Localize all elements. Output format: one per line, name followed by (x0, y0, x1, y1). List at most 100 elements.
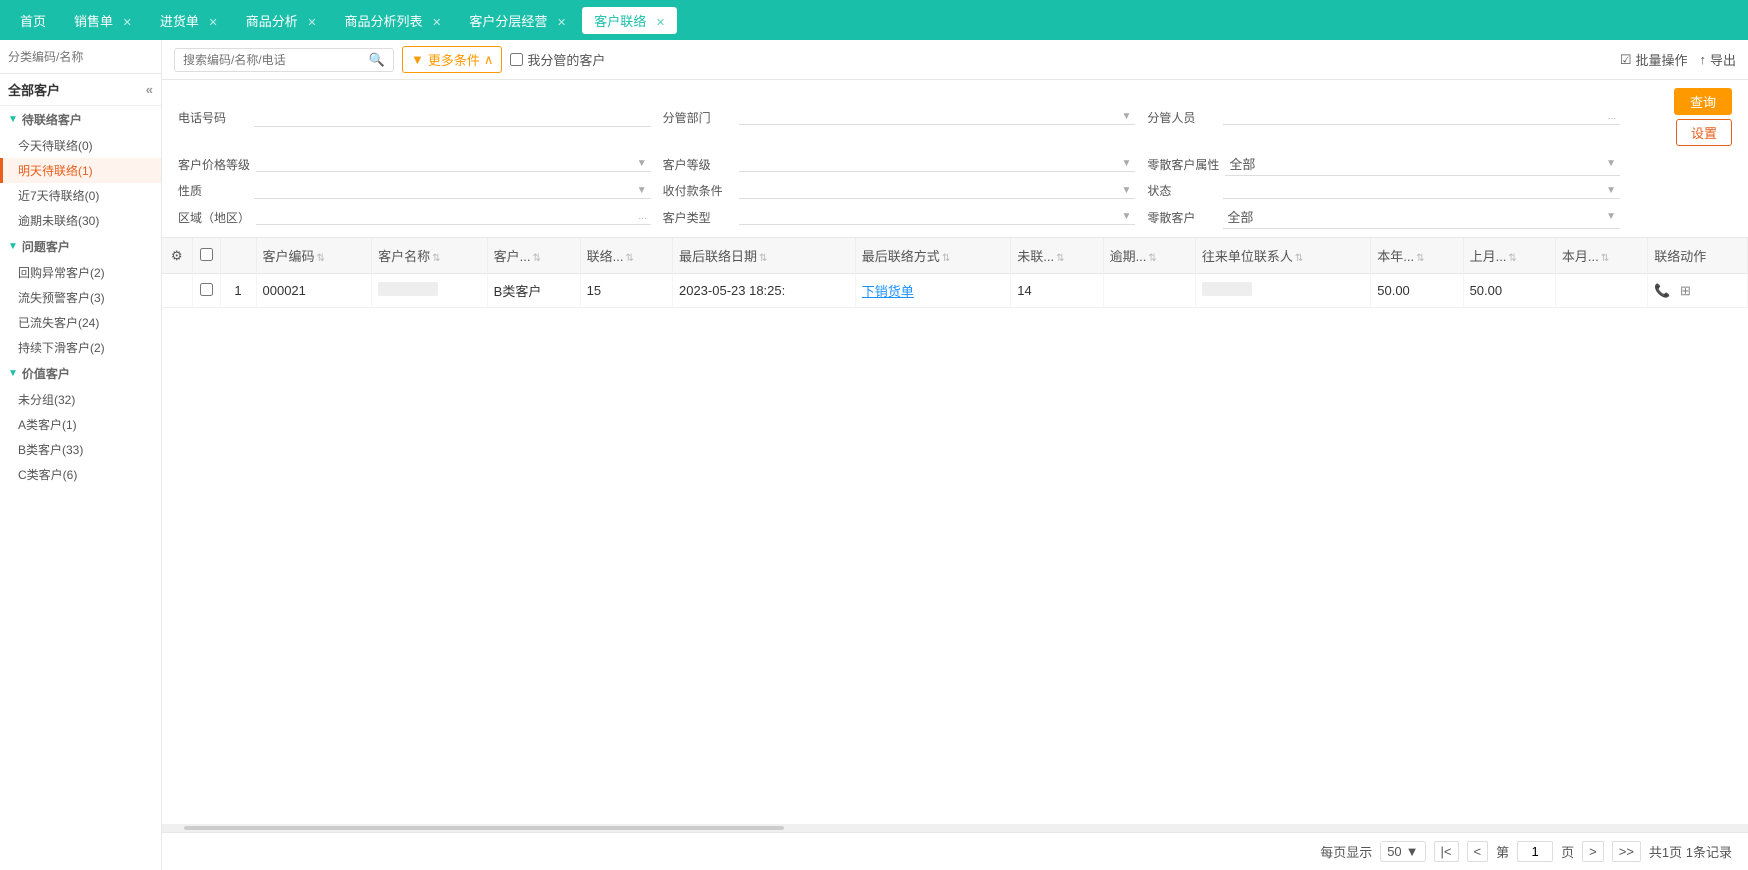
nav-product-analysis[interactable]: 商品分析 ✕ (234, 7, 329, 34)
sidebar-item-abnormal-repurchase[interactable]: 回购异常客户(2) (0, 260, 161, 285)
col-last-month-label: 上月... (1470, 249, 1507, 264)
filter-phone: 电话号码 (178, 108, 651, 127)
sidebar-search-input[interactable] (8, 50, 162, 64)
filter-payment-select[interactable]: ▼ (739, 183, 1136, 199)
select-all-checkbox[interactable] (200, 248, 213, 261)
col-last-method[interactable]: 最后联络方式⇅ (855, 238, 1010, 274)
batch-operation-btn[interactable]: ☑ 批量操作 (1620, 50, 1688, 69)
row-name (372, 274, 488, 308)
more-filter-btn[interactable]: ▼ 更多条件 ∧ (402, 46, 502, 73)
toolbar: 🔍 ▼ 更多条件 ∧ 我分管的客户 ☑ 批量操作 ↑ 导出 (162, 40, 1748, 80)
col-this-month-sort: ⇅ (1601, 253, 1609, 264)
sidebar-item-lost[interactable]: 已流失客户(24) (0, 310, 161, 335)
all-customers-label: 全部客户 (8, 80, 60, 99)
page-number-input[interactable] (1517, 841, 1553, 862)
filter-price-grade-select[interactable]: ▼ (256, 156, 651, 172)
page-size-select[interactable]: 50 ▼ (1380, 841, 1425, 862)
row-last-method-link[interactable]: 下销货单 (862, 284, 914, 299)
col-this-month[interactable]: 本月...⇅ (1555, 238, 1647, 274)
filter-row-1: 电话号码 分管部门 ▼ 分管人员 ... (178, 88, 1732, 146)
nav-sales[interactable]: 销售单 ✕ (62, 7, 144, 34)
col-last-date[interactable]: 最后联络日期⇅ (672, 238, 855, 274)
col-not-contacted[interactable]: 未联...⇅ (1011, 238, 1103, 274)
filter-customer-type-label: 客户类型 (663, 209, 733, 226)
search-submit-icon[interactable]: 🔍 (369, 52, 385, 68)
sidebar-item-today-pending[interactable]: 今天待联络(0) (0, 133, 161, 158)
col-check[interactable] (192, 238, 220, 274)
sidebar-item-tomorrow-pending[interactable]: 明天待联络(1) (0, 158, 161, 183)
sidebar-item-ungrouped[interactable]: 未分组(32) (0, 387, 161, 412)
filter-retail-attr-arrow: ▼ (1606, 158, 1616, 169)
filter-retail-attr-select[interactable]: 全部 ▼ (1225, 152, 1620, 176)
query-btn[interactable]: 查询 (1674, 88, 1732, 115)
table-scroll-thumb[interactable] (184, 826, 784, 830)
close-customer-layered-icon[interactable]: ✕ (557, 17, 566, 29)
search-input[interactable] (183, 53, 369, 67)
filter-customer-type-select[interactable]: ▼ (739, 209, 1136, 225)
my-customers-check-label[interactable]: 我分管的客户 (510, 50, 605, 69)
filter-region-select[interactable]: ... (256, 209, 651, 225)
close-product-analysis-icon[interactable]: ✕ (307, 17, 316, 29)
filter-phone-input[interactable] (254, 108, 651, 127)
nav-home[interactable]: 首页 (8, 7, 58, 34)
filter-retail-customer-select[interactable]: 全部 ▼ (1223, 205, 1620, 229)
sidebar-item-7days-pending[interactable]: 近7天待联络(0) (0, 183, 161, 208)
filter-payment-arrow: ▼ (1121, 185, 1131, 196)
filter-status-select[interactable]: ▼ (1223, 183, 1620, 199)
close-product-list-icon[interactable]: ✕ (432, 17, 441, 29)
col-this-year[interactable]: 本年...⇅ (1371, 238, 1463, 274)
filter-nature-label: 性质 (178, 182, 248, 199)
filter-region-label: 区域（地区） (178, 209, 250, 226)
row-not-contacted: 14 (1011, 274, 1103, 308)
first-page-btn[interactable]: |< (1434, 841, 1459, 862)
row-check[interactable] (192, 274, 220, 308)
my-customers-checkbox[interactable] (510, 53, 523, 66)
table-scroll-bar[interactable] (162, 824, 1748, 832)
row-num: 1 (220, 274, 256, 308)
col-overdue[interactable]: 逾期...⇅ (1103, 238, 1195, 274)
col-gear[interactable]: ⚙ (162, 238, 192, 274)
action-qr-icon[interactable]: ⊞ (1680, 283, 1691, 298)
action-phone-icon[interactable]: 📞 (1654, 283, 1670, 298)
close-customer-contact-icon[interactable]: ✕ (656, 17, 665, 29)
filter-payment-label: 收付款条件 (663, 182, 733, 199)
filter-person-select[interactable]: ... (1223, 109, 1620, 125)
prev-page-btn[interactable]: < (1467, 841, 1489, 862)
col-code[interactable]: 客户编码⇅ (256, 238, 372, 274)
nav-customer-layered[interactable]: 客户分层经营 ✕ (457, 7, 578, 34)
row-checkbox[interactable] (200, 283, 213, 296)
filter-person: 分管人员 ... (1147, 109, 1620, 126)
col-company-contact[interactable]: 往来单位联系人⇅ (1195, 238, 1370, 274)
filter-dept-arrow: ▼ (1121, 111, 1131, 122)
sidebar-item-loss-warning[interactable]: 流失预警客户(3) (0, 285, 161, 310)
nav-customer-contact[interactable]: 客户联络 ✕ (582, 7, 677, 34)
col-last-month[interactable]: 上月...⇅ (1463, 238, 1555, 274)
filter-dept-select[interactable]: ▼ (739, 109, 1136, 125)
filter-nature-select[interactable]: ▼ (254, 183, 651, 199)
sidebar-item-class-c[interactable]: C类客户(6) (0, 462, 161, 487)
close-purchase-icon[interactable]: ✕ (208, 17, 217, 29)
nav-product-analysis-list[interactable]: 商品分析列表 ✕ (333, 7, 454, 34)
col-type[interactable]: 客户...⇅ (487, 238, 580, 274)
nav-purchase[interactable]: 进货单 ✕ (148, 7, 230, 34)
filter-retail-customer: 零散客户 全部 ▼ (1147, 205, 1620, 229)
sidebar-item-class-a[interactable]: A类客户(1) (0, 412, 161, 437)
sidebar-item-declining[interactable]: 持续下滑客户(2) (0, 335, 161, 360)
close-sales-icon[interactable]: ✕ (123, 17, 132, 29)
col-contact[interactable]: 联络...⇅ (580, 238, 672, 274)
col-last-date-sort: ⇅ (759, 253, 767, 264)
col-this-month-label: 本月... (1562, 249, 1599, 264)
filter-customer-grade-select[interactable]: ▼ (739, 156, 1136, 172)
row-last-method[interactable]: 下销货单 (855, 274, 1010, 308)
last-page-btn[interactable]: >> (1612, 841, 1641, 862)
collapse-sidebar-icon[interactable]: « (146, 82, 153, 97)
export-btn[interactable]: ↑ 导出 (1699, 50, 1736, 69)
filter-customer-grade-arrow: ▼ (1121, 158, 1131, 169)
col-name[interactable]: 客户名称⇅ (372, 238, 488, 274)
sidebar-item-class-b[interactable]: B类客户(33) (0, 437, 161, 462)
filter-customer-type: 客户类型 ▼ (663, 209, 1136, 226)
next-page-btn[interactable]: > (1582, 841, 1604, 862)
settings-btn[interactable]: 设置 (1676, 119, 1732, 146)
sidebar-item-overdue-pending[interactable]: 逾期未联络(30) (0, 208, 161, 233)
filter-retail-customer-value: 全部 (1227, 207, 1253, 226)
